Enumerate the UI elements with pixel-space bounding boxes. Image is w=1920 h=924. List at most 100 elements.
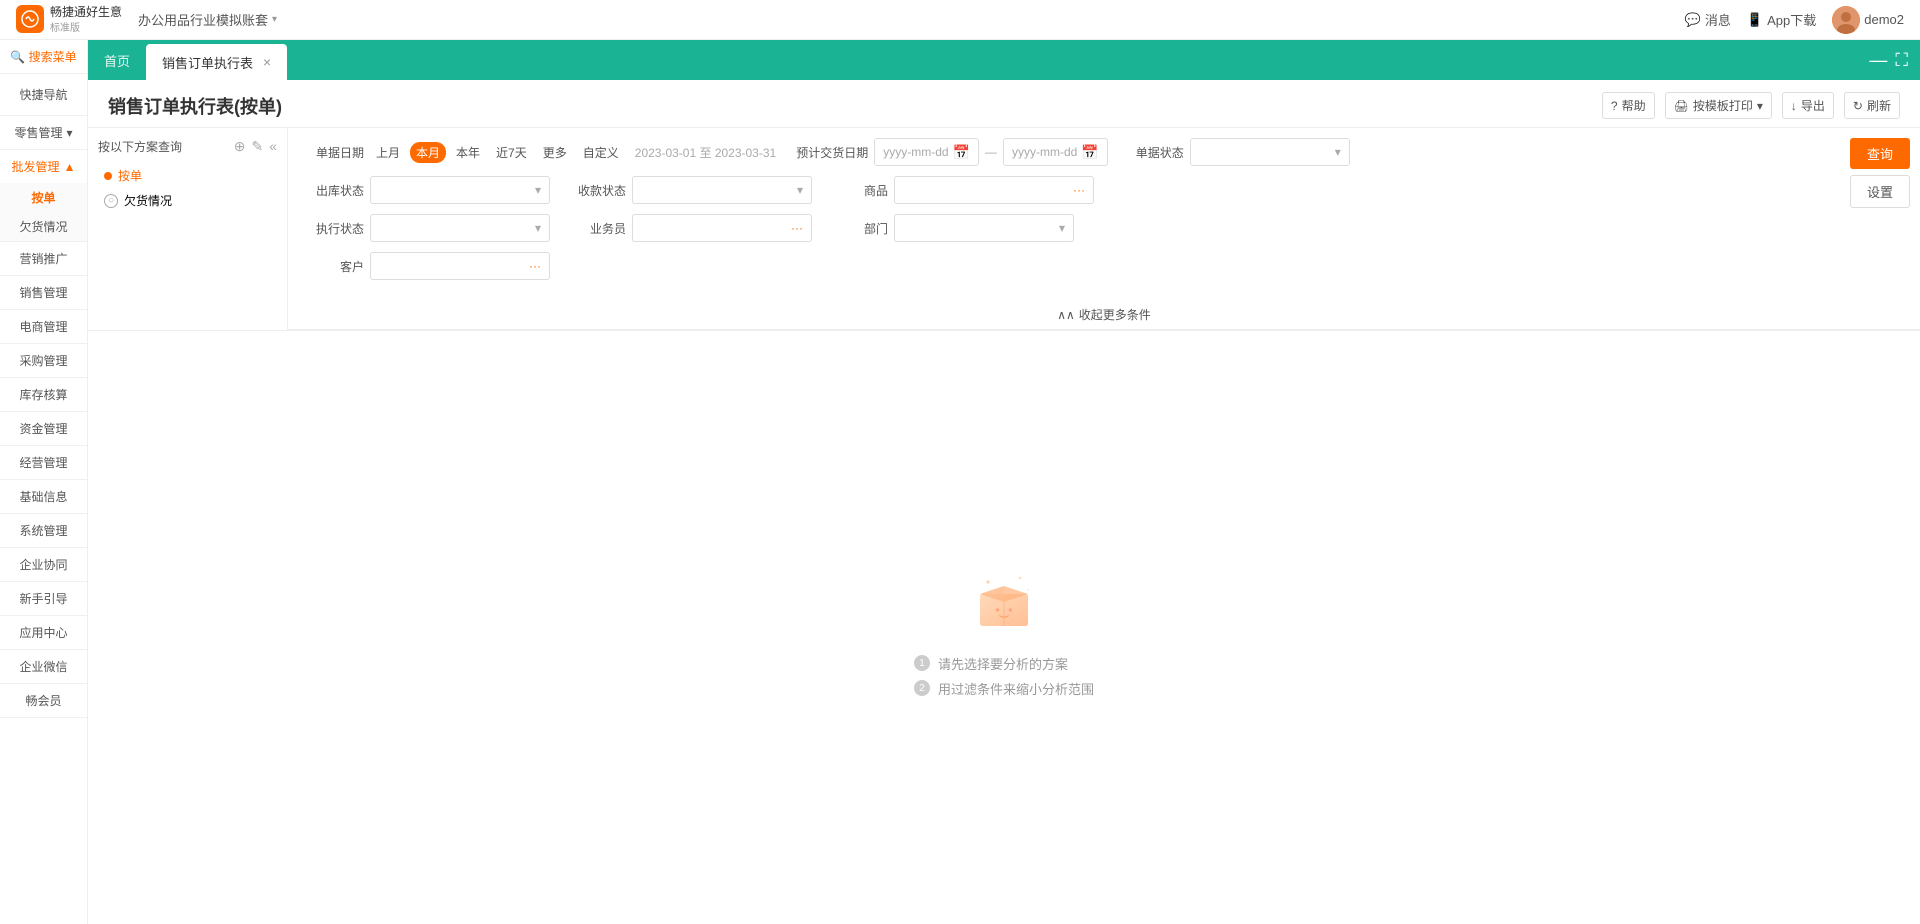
salesperson-label: 业务员 bbox=[566, 220, 626, 237]
sidebar-group-retail: 零售管理 ▾ bbox=[0, 116, 87, 150]
maximize-icon[interactable]: ⛶ bbox=[1895, 50, 1908, 71]
date-input-start[interactable]: yyyy-mm-dd 📅 bbox=[874, 138, 979, 166]
user-area[interactable]: demo2 bbox=[1832, 6, 1904, 34]
scheme-edit-icon[interactable]: ✎ bbox=[251, 138, 263, 155]
sidebar-sub-item-byorder[interactable]: 按单 bbox=[0, 183, 87, 212]
scheme-item-backorder[interactable]: ○ 欠货情况 bbox=[98, 188, 277, 213]
sidebar-item-members[interactable]: 畅会员 bbox=[0, 684, 87, 717]
sidebar-item-operations[interactable]: 经营管理 bbox=[0, 446, 87, 479]
export-icon: ↓ bbox=[1791, 99, 1797, 113]
sidebar-item-purchase[interactable]: 采购管理 bbox=[0, 344, 87, 377]
date-tab-this-month[interactable]: 本月 bbox=[410, 142, 446, 163]
date-separator: — bbox=[985, 145, 997, 159]
message-icon: 💬 bbox=[1685, 12, 1701, 28]
goods-select[interactable]: ··· bbox=[894, 176, 1094, 204]
sidebar-item-inventory[interactable]: 库存核算 bbox=[0, 378, 87, 411]
empty-tips: 1 请先选择要分析的方案 2 用过滤条件来缩小分析范围 bbox=[914, 654, 1094, 698]
scheme-item-byorder-label: 按单 bbox=[118, 167, 142, 184]
template-print-button[interactable]: 🖨 按模板打印 ▾ bbox=[1665, 92, 1772, 119]
department-select[interactable]: ▾ bbox=[894, 214, 1074, 242]
app-download-action[interactable]: 📱 App下载 bbox=[1747, 10, 1816, 29]
system-label: 系统管理 bbox=[19, 522, 67, 539]
export-button[interactable]: ↓ 导出 bbox=[1782, 92, 1834, 119]
settings-button[interactable]: 设置 bbox=[1850, 175, 1910, 208]
date-input-end[interactable]: yyyy-mm-dd 📅 bbox=[1003, 138, 1108, 166]
calendar-start-icon[interactable]: 📅 bbox=[953, 144, 970, 161]
date-end-placeholder: yyyy-mm-dd bbox=[1012, 145, 1077, 159]
sidebar-sub-items-wholesale: 按单 欠货情况 bbox=[0, 183, 87, 241]
sidebar-item-finance[interactable]: 资金管理 bbox=[0, 412, 87, 445]
sidebar-group-purchase: 采购管理 bbox=[0, 344, 87, 378]
data-area: 1 请先选择要分析的方案 2 用过滤条件来缩小分析范围 bbox=[88, 331, 1920, 924]
expected-date-label: 预计交货日期 bbox=[796, 144, 868, 161]
logo-area: 畅捷通好生意 标准版 bbox=[16, 5, 122, 34]
filter-field-collection: 收款状态 ▾ bbox=[566, 176, 812, 204]
filter-row-1: 单据日期 上月 本月 本年 近7天 更多 自定义 bbox=[304, 138, 1834, 166]
date-tab-last-month[interactable]: 上月 bbox=[370, 142, 406, 163]
page-actions: ? 帮助 🖨 按模板打印 ▾ ↓ 导出 ↻ 刷新 bbox=[1602, 92, 1900, 119]
sidebar-item-newbie[interactable]: 新手引导 bbox=[0, 582, 87, 615]
minimize-icon[interactable]: — bbox=[1869, 50, 1887, 71]
execution-status-select[interactable]: ▾ bbox=[370, 214, 550, 242]
collapse-btn[interactable]: ∧∧ 收起更多条件 bbox=[1057, 306, 1151, 323]
date-tab-custom[interactable]: 自定义 bbox=[577, 142, 625, 163]
tab-home[interactable]: 首页 bbox=[88, 40, 146, 80]
sidebar-item-ecommerce[interactable]: 电商管理 bbox=[0, 310, 87, 343]
sidebar-item-appstore[interactable]: 应用中心 bbox=[0, 616, 87, 649]
tab-close-icon[interactable]: × bbox=[263, 54, 271, 70]
customer-dots[interactable]: ··· bbox=[529, 259, 541, 273]
help-button[interactable]: ? 帮助 bbox=[1602, 92, 1655, 119]
sidebar-group-finance: 资金管理 bbox=[0, 412, 87, 446]
refresh-button[interactable]: ↻ 刷新 bbox=[1844, 92, 1900, 119]
goods-dots[interactable]: ··· bbox=[1073, 183, 1085, 197]
sidebar-item-marketing[interactable]: 营销推广 bbox=[0, 242, 87, 275]
filter-field-customer: 客户 ··· bbox=[304, 252, 550, 280]
order-status-label: 单据状态 bbox=[1124, 144, 1184, 161]
delivery-status-select[interactable]: ▾ bbox=[370, 176, 550, 204]
sidebar-item-wecom[interactable]: 企业微信 bbox=[0, 650, 87, 683]
message-action[interactable]: 💬 消息 bbox=[1685, 10, 1731, 29]
scheme-dot bbox=[104, 172, 112, 180]
sidebar-item-system[interactable]: 系统管理 bbox=[0, 514, 87, 547]
collapse-bar[interactable]: ∧∧ 收起更多条件 bbox=[288, 300, 1920, 330]
org-selector[interactable]: 办公用品行业模拟账套 ▾ bbox=[130, 10, 285, 29]
scheme-item-byorder[interactable]: 按单 bbox=[98, 163, 277, 188]
date-tab-7days[interactable]: 近7天 bbox=[490, 142, 533, 163]
purchase-label: 采购管理 bbox=[19, 352, 67, 369]
sidebar-item-wholesale[interactable]: 批发管理 ▲ bbox=[0, 150, 87, 183]
salesperson-select[interactable]: ··· bbox=[632, 214, 812, 242]
date-tab-more[interactable]: 更多 bbox=[537, 142, 573, 163]
scheme-add-icon[interactable]: ⊕ bbox=[234, 138, 246, 155]
sidebar-item-basic[interactable]: 基础信息 bbox=[0, 480, 87, 513]
scheme-collapse-icon[interactable]: « bbox=[269, 138, 277, 155]
calendar-end-icon[interactable]: 📅 bbox=[1081, 144, 1098, 161]
date-tab-this-year[interactable]: 本年 bbox=[450, 142, 486, 163]
message-label: 消息 bbox=[1705, 10, 1731, 29]
salesperson-dots[interactable]: ··· bbox=[791, 221, 803, 235]
inventory-label: 库存核算 bbox=[19, 386, 67, 403]
export-label: 导出 bbox=[1801, 97, 1825, 114]
quick-nav-label: 快捷导航 bbox=[19, 88, 67, 102]
customer-select[interactable]: ··· bbox=[370, 252, 550, 280]
print-chevron: ▾ bbox=[1757, 99, 1763, 113]
sidebar-group-marketing: 营销推广 bbox=[0, 242, 87, 276]
sidebar-search[interactable]: 🔍 搜索菜单 bbox=[0, 40, 87, 74]
operations-label: 经营管理 bbox=[19, 454, 67, 471]
sidebar-item-retail[interactable]: 零售管理 ▾ bbox=[0, 116, 87, 149]
query-button[interactable]: 查询 bbox=[1850, 138, 1910, 169]
avatar bbox=[1832, 6, 1860, 34]
department-chevron: ▾ bbox=[1059, 221, 1065, 235]
sidebar-sub-item-backorder[interactable]: 欠货情况 bbox=[0, 212, 87, 241]
order-status-chevron: ▾ bbox=[1335, 145, 1341, 159]
delivery-chevron: ▾ bbox=[535, 183, 541, 197]
top-header: 畅捷通好生意 标准版 办公用品行业模拟账套 ▾ 💬 消息 📱 App下载 bbox=[0, 0, 1920, 40]
retail-label: 零售管理 bbox=[14, 124, 62, 141]
collection-status-select[interactable]: ▾ bbox=[632, 176, 812, 204]
sidebar-item-enterprise[interactable]: 企业协同 bbox=[0, 548, 87, 581]
order-status-select[interactable]: ▾ bbox=[1190, 138, 1350, 166]
sidebar-item-sales[interactable]: 销售管理 bbox=[0, 276, 87, 309]
date-label: 单据日期 bbox=[304, 144, 364, 161]
sidebar-item-quick-nav[interactable]: 快捷导航 bbox=[0, 78, 87, 111]
empty-illustration bbox=[964, 558, 1044, 638]
tab-sales-order[interactable]: 销售订单执行表 × bbox=[146, 44, 287, 80]
